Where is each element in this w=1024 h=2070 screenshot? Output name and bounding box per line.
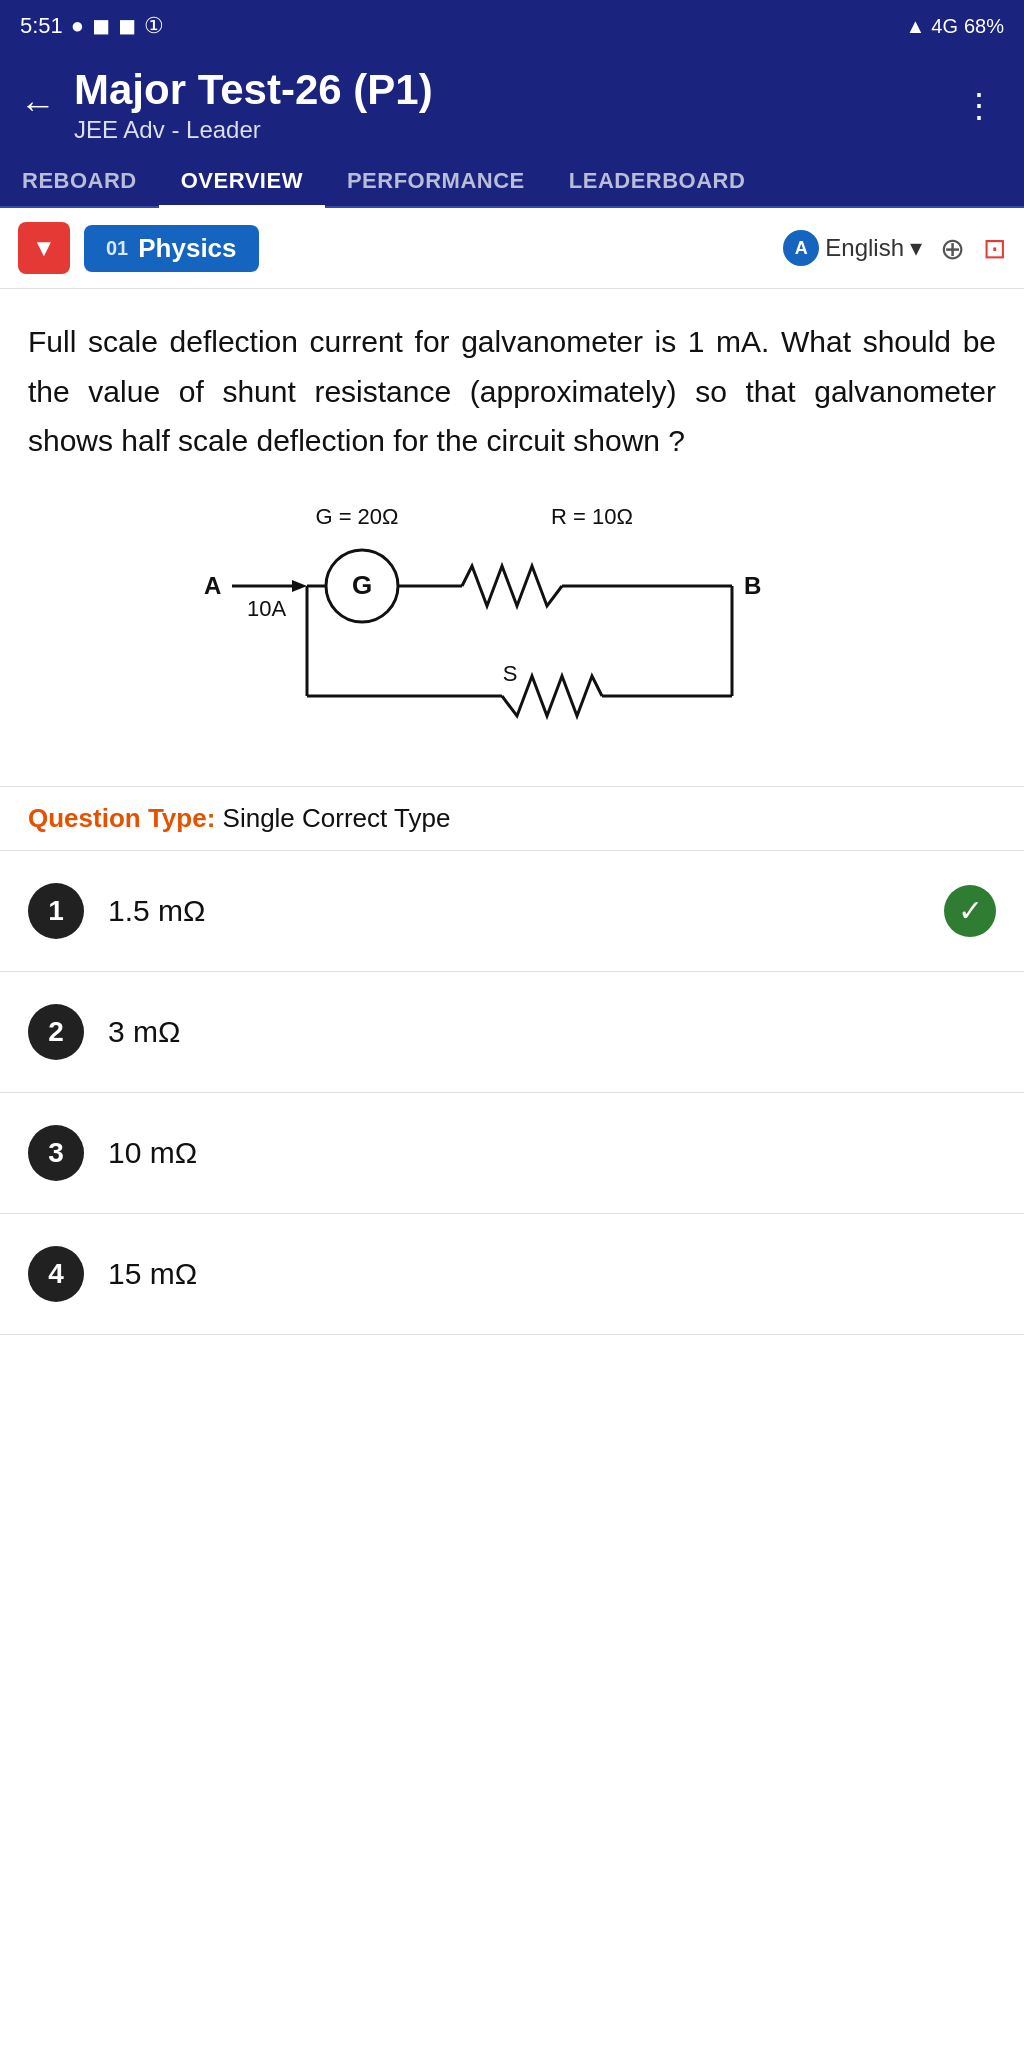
question-type-value: Single Correct Type [223, 803, 451, 833]
status-bar: 5:51 ● ◼ ◼ ① ▲ 4G 68% [0, 0, 1024, 52]
status-left: 5:51 ● ◼ ◼ ① [20, 13, 164, 39]
back-button[interactable]: ← [20, 84, 56, 126]
more-options-button[interactable]: ⋮ [954, 81, 1004, 129]
tab-leaderboard[interactable]: LEADERBOARD [547, 154, 768, 206]
zoom-in-icon: ⊕ [940, 232, 965, 265]
option-number-4: 4 [28, 1246, 84, 1302]
media-icon2: ◼ [118, 13, 136, 39]
resistor-label: R = 10Ω [551, 504, 633, 529]
question-area: Full scale deflection current for galvan… [0, 289, 1024, 786]
media-icon: ◼ [92, 13, 110, 39]
filter-button[interactable]: ▼ [18, 222, 70, 274]
status-right: ▲ 4G 68% [905, 15, 1004, 38]
resistor-symbol [462, 566, 562, 606]
header-title-block: Major Test-26 (P1) JEE Adv - Leader [74, 66, 936, 144]
current-label: 10A [247, 596, 286, 621]
node-a-label: A [204, 572, 221, 599]
subject-badge: 01 Physics [84, 225, 259, 272]
option-number-3: 3 [28, 1125, 84, 1181]
battery-level: 68% [964, 15, 1004, 38]
page-subtitle: JEE Adv - Leader [74, 116, 936, 144]
wifi-icon: ▲ [905, 15, 925, 38]
question-type-label: Question Type: [28, 803, 215, 833]
signal-icon: ● [71, 13, 84, 39]
galvanometer-g-label: G [352, 570, 372, 600]
app-header: ← Major Test-26 (P1) JEE Adv - Leader ⋮ [0, 52, 1024, 154]
nav-tabs: REBOARD OVERVIEW PERFORMANCE LEADERBOARD [0, 154, 1024, 208]
circuit-diagram: G = 20Ω R = 10Ω A 10A G B [28, 486, 996, 746]
option-text-3: 10 mΩ [108, 1136, 996, 1170]
option-item-4[interactable]: 4 15 mΩ [0, 1214, 1024, 1335]
bookmark-icon: ⊡ [983, 233, 1006, 264]
question-toolbar: ▼ 01 Physics A English ▾ ⊕ ⊡ [0, 208, 1024, 289]
option-item-2[interactable]: 2 3 mΩ [0, 972, 1024, 1093]
option-number-1: 1 [28, 883, 84, 939]
lang-label: English [825, 234, 904, 262]
language-selector[interactable]: A English ▾ [783, 230, 922, 266]
galvanometer-label: G = 20Ω [315, 504, 398, 529]
correct-icon-1: ✓ [944, 885, 996, 937]
tab-overview[interactable]: OVERVIEW [159, 154, 325, 206]
option-item-1[interactable]: 1 1.5 mΩ ✓ [0, 851, 1024, 972]
shunt-label: S [503, 661, 518, 686]
tab-reboard[interactable]: REBOARD [0, 154, 159, 206]
page-title: Major Test-26 (P1) [74, 66, 936, 114]
tab-performance[interactable]: PERFORMANCE [325, 154, 547, 206]
filter-icon: ▼ [32, 234, 56, 262]
node-b-label: B [744, 572, 761, 599]
dot-icon: ① [144, 13, 164, 39]
option-text-1: 1.5 mΩ [108, 894, 920, 928]
network-label: 4G [931, 15, 958, 38]
status-time: 5:51 [20, 13, 63, 39]
question-type-bar: Question Type: Single Correct Type [0, 786, 1024, 850]
option-number-2: 2 [28, 1004, 84, 1060]
options-list: 1 1.5 mΩ ✓ 2 3 mΩ 3 10 mΩ 4 15 mΩ [0, 850, 1024, 1335]
question-text: Full scale deflection current for galvan… [28, 317, 996, 466]
zoom-in-button[interactable]: ⊕ [940, 231, 965, 266]
toolbar-right: A English ▾ ⊕ ⊡ [783, 230, 1006, 266]
option-text-4: 15 mΩ [108, 1257, 996, 1291]
lang-icon: A [783, 230, 819, 266]
option-text-2: 3 mΩ [108, 1015, 996, 1049]
lang-dropdown-icon: ▾ [910, 234, 922, 262]
bookmark-button[interactable]: ⊡ [983, 231, 1006, 265]
subject-number: 01 [106, 237, 128, 260]
circuit-svg: G = 20Ω R = 10Ω A 10A G B [172, 486, 852, 746]
option-item-3[interactable]: 3 10 mΩ [0, 1093, 1024, 1214]
svg-marker-1 [292, 580, 307, 592]
subject-name: Physics [138, 233, 236, 264]
